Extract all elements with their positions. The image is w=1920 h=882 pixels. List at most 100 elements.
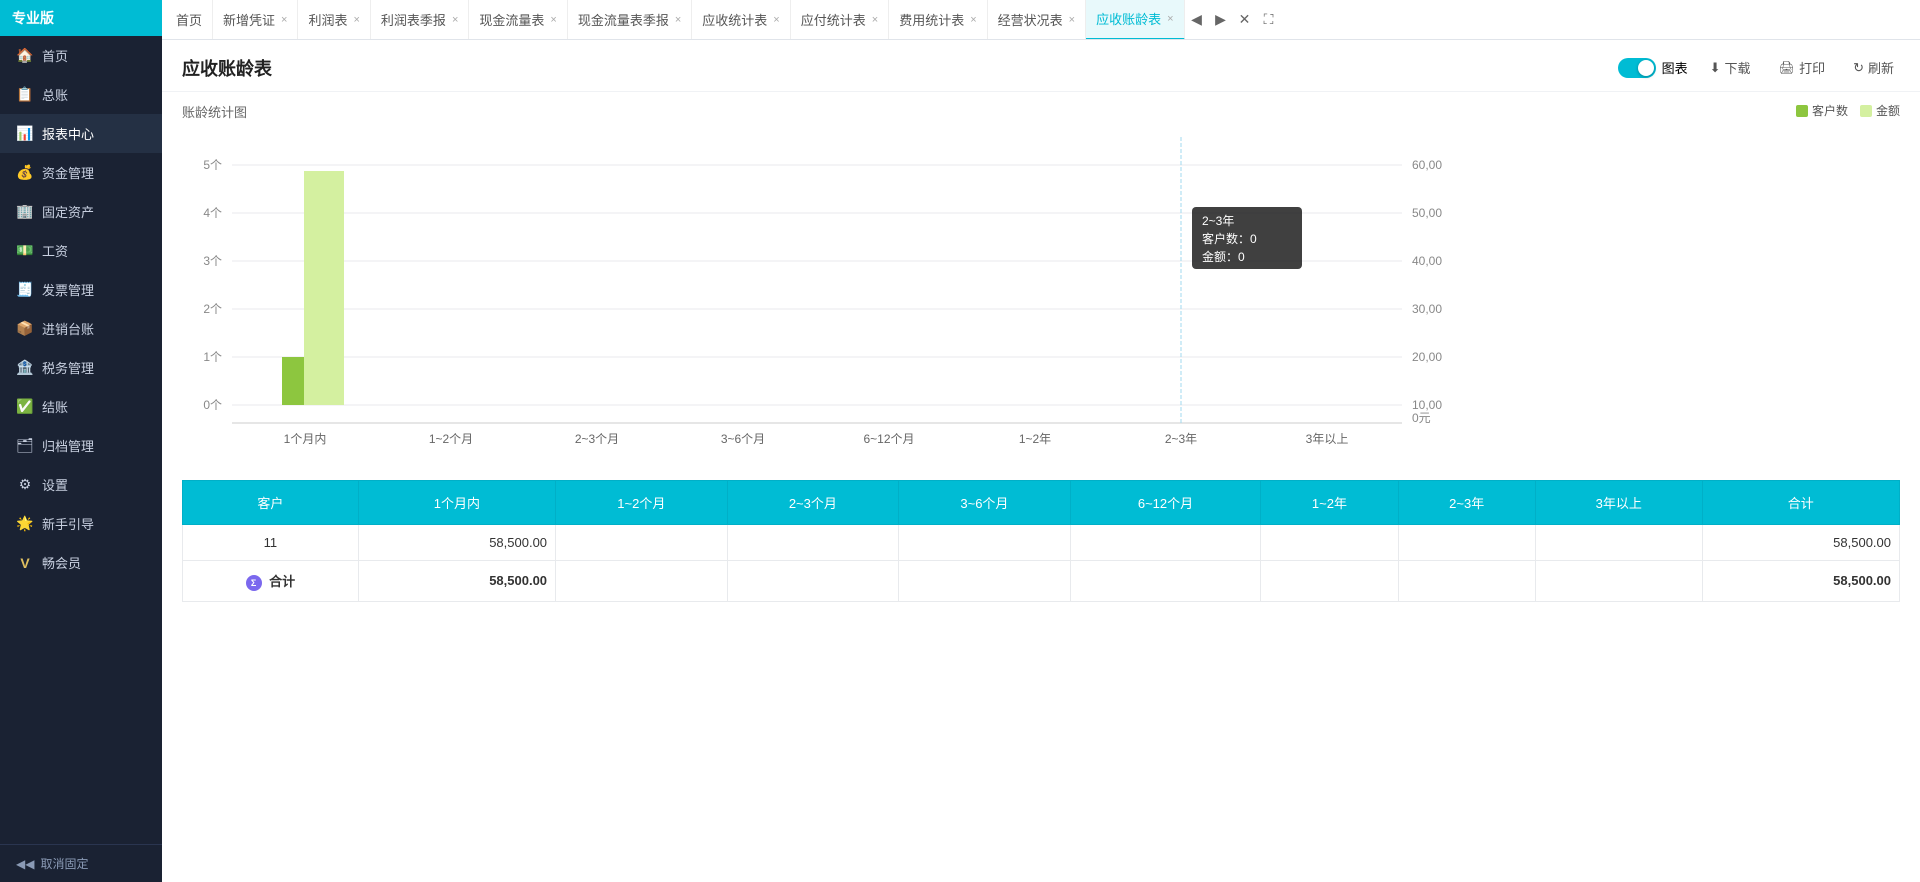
tab-voucher-close[interactable]: × [281, 14, 287, 26]
cell-y1-2 [1261, 525, 1398, 561]
closing-icon: ✅ [16, 398, 34, 415]
sidebar-item-settings[interactable]: ⚙ 设置 [0, 465, 162, 504]
sidebar-item-vip[interactable]: V 畅会员 [0, 543, 162, 582]
sidebar-label-ledger: 总账 [42, 85, 68, 104]
tab-nav-prev[interactable]: ◀ [1185, 0, 1209, 40]
tab-profit-close[interactable]: × [353, 14, 359, 26]
sidebar-item-archive[interactable]: 🗂 归档管理 [0, 426, 162, 465]
tab-cashflow[interactable]: 现金流量表 × [469, 0, 567, 40]
legend-customers-dot [1796, 105, 1808, 117]
col-header-m3-6: 3~6个月 [899, 481, 1071, 525]
tab-voucher[interactable]: 新增凭证 × [213, 0, 298, 40]
toggle-track[interactable] [1618, 58, 1656, 78]
main-content: 首页 新增凭证 × 利润表 × 利润表季报 × 现金流量表 × 现金流量表季报 … [162, 0, 1920, 882]
tab-profit-q-close[interactable]: × [452, 14, 458, 26]
download-button[interactable]: ⬇ 下载 [1704, 54, 1757, 81]
page-title: 应收账龄表 [182, 55, 1618, 81]
tab-profit[interactable]: 利润表 × [298, 0, 370, 40]
sidebar-item-closing[interactable]: ✅ 结账 [0, 387, 162, 426]
tab-ar-stat-close[interactable]: × [773, 14, 779, 26]
svg-text:1个月内: 1个月内 [284, 432, 327, 446]
inventory-icon: 📦 [16, 320, 34, 337]
tax-icon: 🏦 [16, 359, 34, 376]
svg-text:0个: 0个 [203, 398, 222, 412]
collapse-label: 取消固定 [40, 855, 88, 872]
tab-biz-status-close[interactable]: × [1069, 14, 1075, 26]
sidebar-label-closing: 结账 [42, 397, 68, 416]
chart-title: 账龄统计图 [182, 102, 1900, 121]
sidebar-item-salary[interactable]: 💵 工资 [0, 231, 162, 270]
total-y1-2 [1261, 561, 1398, 602]
sidebar-item-funds[interactable]: 💰 资金管理 [0, 153, 162, 192]
col-header-y3plus: 3年以上 [1535, 481, 1702, 525]
sidebar-item-report[interactable]: 📊 报表中心 [0, 114, 162, 153]
tab-biz-status[interactable]: 经营状况表 × [988, 0, 1086, 40]
sidebar-item-tax[interactable]: 🏦 税务管理 [0, 348, 162, 387]
tab-cashflow-q-close[interactable]: × [675, 14, 681, 26]
tab-ar-aging-close[interactable]: × [1167, 13, 1173, 25]
legend-amount-label: 金额 [1876, 102, 1900, 119]
legend-amount-dot [1860, 105, 1872, 117]
vip-icon: V [16, 555, 34, 571]
table-header-row: 客户 1个月内 1~2个月 2~3个月 3~6个月 6~12个月 1~2年 2~… [183, 481, 1900, 525]
tab-cashflow-q[interactable]: 现金流量表季报 × [568, 0, 692, 40]
cell-m1-2 [556, 525, 728, 561]
svg-text:2~3个月: 2~3个月 [575, 432, 619, 446]
collapse-sidebar-button[interactable]: ◀◀ 取消固定 [0, 844, 162, 882]
tab-home[interactable]: 首页 [166, 0, 213, 40]
tab-ar-aging[interactable]: 应收账龄表 × [1086, 0, 1184, 40]
tab-ar-stat[interactable]: 应收统计表 × [692, 0, 790, 40]
svg-text:40,000.00元: 40,000.00元 [1412, 254, 1442, 268]
cell-m3-6 [899, 525, 1071, 561]
report-icon: 📊 [16, 125, 34, 142]
sidebar-item-home[interactable]: 🏠 首页 [0, 36, 162, 75]
sidebar-label-report: 报表中心 [42, 124, 94, 143]
tab-ap-stat-close[interactable]: × [872, 14, 878, 26]
tab-expense-close[interactable]: × [970, 14, 976, 26]
print-button[interactable]: 🖨 打印 [1773, 54, 1832, 81]
sidebar-label-tax: 税务管理 [42, 358, 94, 377]
svg-text:1个: 1个 [203, 350, 222, 364]
chart-legend: 客户数 金额 [1796, 102, 1900, 119]
funds-icon: 💰 [16, 164, 34, 181]
tab-close-all[interactable]: ✕ [1233, 0, 1257, 40]
refresh-button[interactable]: ↻ 刷新 [1847, 54, 1900, 81]
svg-text:20,000.00元: 20,000.00元 [1412, 350, 1442, 364]
col-header-m6-12: 6~12个月 [1070, 481, 1261, 525]
sidebar-item-inventory[interactable]: 📦 进销台账 [0, 309, 162, 348]
tab-ap-stat[interactable]: 应付统计表 × [791, 0, 889, 40]
tab-bar: 首页 新增凭证 × 利润表 × 利润表季报 × 现金流量表 × 现金流量表季报 … [162, 0, 1920, 40]
tab-cashflow-close[interactable]: × [550, 14, 556, 26]
cell-total-label: Σ 合计 [183, 561, 359, 602]
total-row-label: 合计 [269, 574, 295, 589]
home-icon: 🏠 [16, 47, 34, 64]
total-y2-3 [1398, 561, 1535, 602]
tab-profit-q[interactable]: 利润表季报 × [371, 0, 469, 40]
svg-text:6~12个月: 6~12个月 [863, 432, 914, 446]
sidebar-item-invoice[interactable]: 🧾 发票管理 [0, 270, 162, 309]
sidebar: 专业版 🏠 首页 📋 总账 📊 报表中心 💰 资金管理 🏢 固定资产 💵 工资 … [0, 0, 162, 882]
chart-svg-wrapper: 5个 4个 3个 2个 1个 0个 60,000.00元 50,000.00元 … [182, 127, 1900, 470]
svg-text:2~3年: 2~3年 [1202, 214, 1234, 228]
sidebar-item-guide[interactable]: 🌟 新手引导 [0, 504, 162, 543]
tab-nav-next[interactable]: ▶ [1209, 0, 1233, 40]
svg-text:客户数：0: 客户数：0 [1202, 231, 1257, 246]
cell-m2-3 [727, 525, 899, 561]
tab-expense[interactable]: 费用统计表 × [889, 0, 987, 40]
svg-text:1~2个月: 1~2个月 [429, 432, 473, 446]
svg-text:4个: 4个 [203, 206, 222, 220]
tab-expand[interactable]: ⛶ [1257, 0, 1281, 40]
sidebar-item-ledger[interactable]: 📋 总账 [0, 75, 162, 114]
cell-y2-3 [1398, 525, 1535, 561]
sidebar-label-invoice: 发票管理 [42, 280, 94, 299]
refresh-icon: ↻ [1853, 60, 1864, 76]
chart-toggle[interactable]: 图表 [1618, 58, 1688, 78]
sidebar-item-assets[interactable]: 🏢 固定资产 [0, 192, 162, 231]
salary-icon: 💵 [16, 242, 34, 259]
print-label: 打印 [1799, 58, 1825, 77]
download-icon: ⬇ [1710, 60, 1721, 76]
tab-ar-aging-label: 应收账龄表 [1096, 9, 1161, 28]
app-logo: 专业版 [0, 0, 162, 36]
tab-profit-label: 利润表 [308, 10, 347, 29]
chart-svg: 5个 4个 3个 2个 1个 0个 60,000.00元 50,000.00元 … [182, 127, 1442, 467]
